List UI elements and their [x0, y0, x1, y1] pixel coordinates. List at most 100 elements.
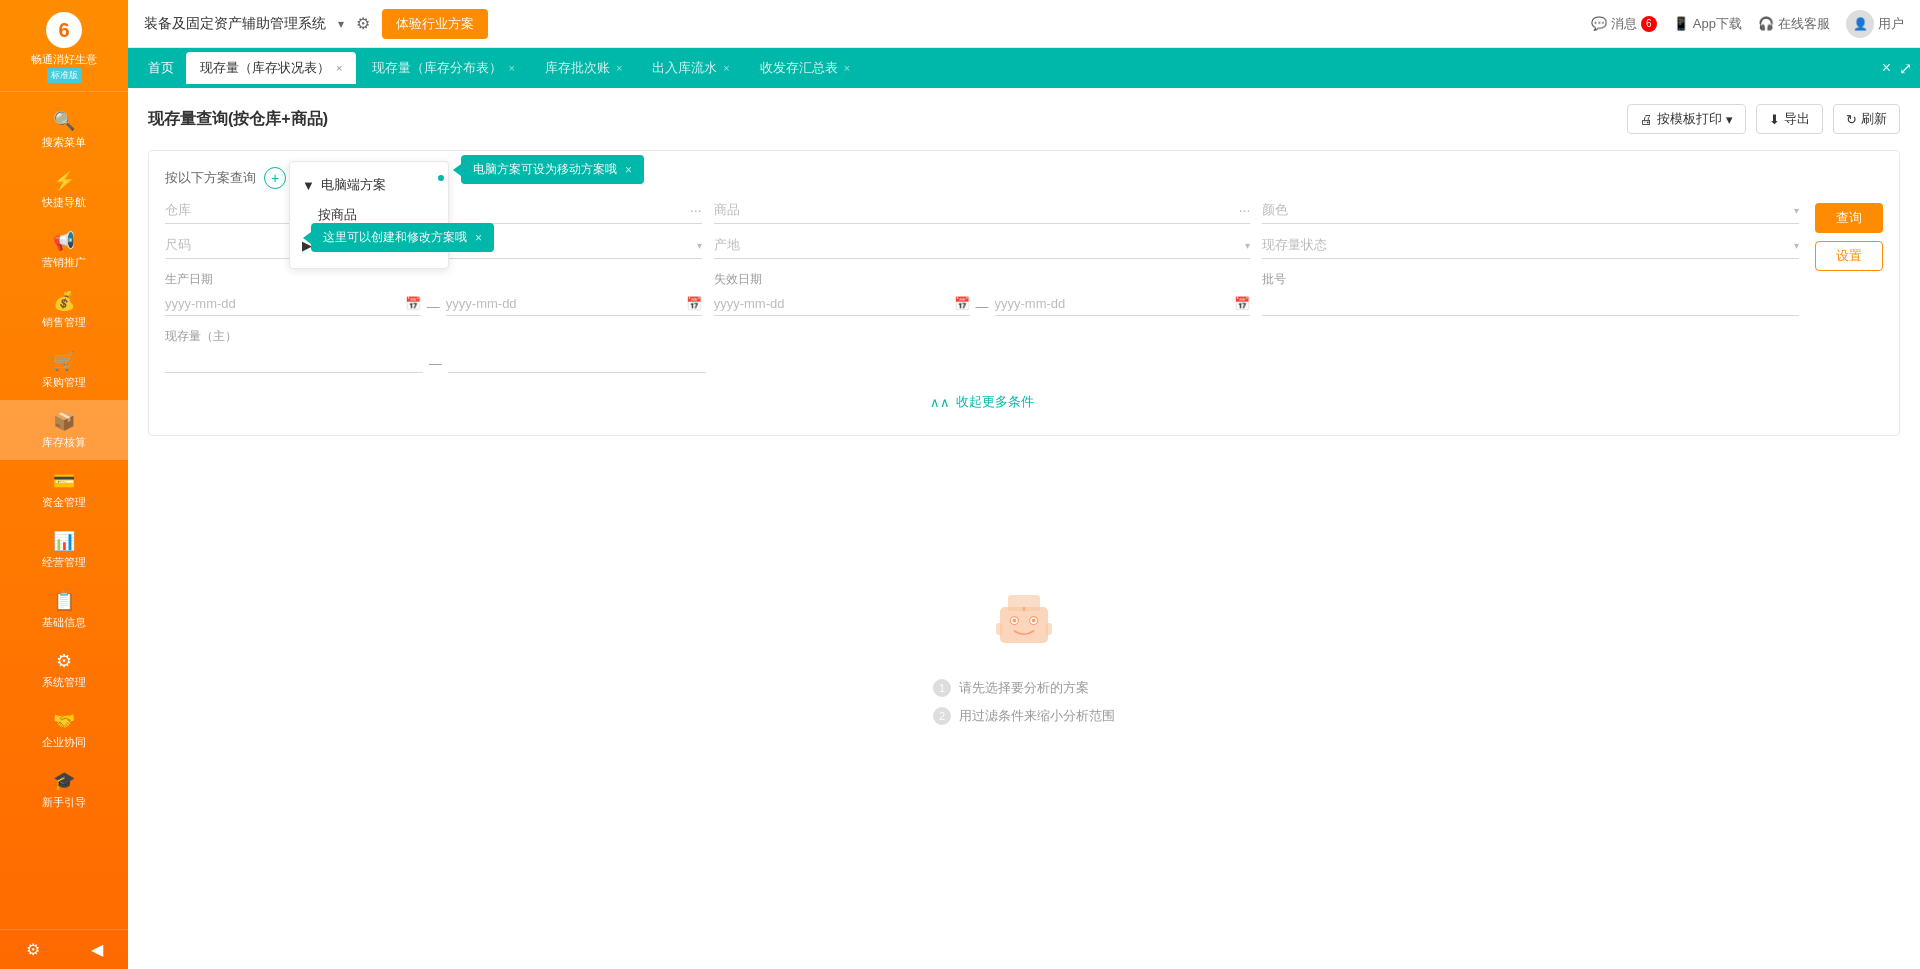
print-icon: 🖨 — [1640, 112, 1653, 127]
sidebar: 6 畅通消好生意 标准版 🔍 搜索菜单 ⚡ 快捷导航 📢 营销推广 💰 销售管理… — [0, 0, 128, 969]
settings-bottom-icon[interactable]: ⚙ — [26, 940, 40, 959]
expire-date-label: 失效日期 — [714, 271, 1251, 288]
sidebar-label-inventory: 库存核算 — [42, 435, 86, 450]
collapse-button[interactable]: ∧∧ 收起更多条件 — [165, 385, 1799, 419]
svg-point-5 — [1012, 619, 1016, 623]
sidebar-item-search[interactable]: 🔍 搜索菜单 — [0, 100, 128, 160]
sidebar-nav: 🔍 搜索菜单 ⚡ 快捷导航 📢 营销推广 💰 销售管理 🛒 采购管理 📦 库存核… — [0, 92, 128, 929]
expire-date-end[interactable] — [995, 296, 1231, 311]
tooltip1-close[interactable]: × — [625, 163, 632, 177]
scheme-tree-desktop[interactable]: ▼ 电脑端方案 — [290, 170, 448, 200]
filter-add-button[interactable]: + — [264, 167, 286, 189]
query-button[interactable]: 查询 — [1815, 203, 1883, 233]
tip-text-2: 用过滤条件来缩小分析范围 — [959, 707, 1115, 725]
expire-date-dash: — — [976, 299, 989, 314]
collapse-label: 收起更多条件 — [956, 393, 1034, 411]
product-select[interactable]: 商品 ··· — [714, 201, 1251, 224]
online-service-action[interactable]: 🎧 在线客服 — [1758, 15, 1830, 33]
produce-date-end[interactable] — [446, 296, 682, 311]
tab-close-3[interactable]: × — [723, 62, 729, 74]
messages-action[interactable]: 💬 消息 6 — [1591, 15, 1657, 33]
sidebar-label-sales: 销售管理 — [42, 315, 86, 330]
tab-batch-account[interactable]: 库存批次账 × — [531, 52, 636, 84]
produce-date-label: 生产日期 — [165, 271, 702, 288]
scheme-tree: ▼ 电脑端方案 按商品 ▶ 移动端方案 — [289, 161, 449, 269]
svg-rect-8 — [1046, 623, 1052, 635]
tab-close-0[interactable]: × — [336, 62, 342, 74]
sidebar-item-enterprise[interactable]: 🤝 企业协同 — [0, 700, 128, 760]
tab-close-4[interactable]: × — [844, 62, 850, 74]
expire-date-range: 📅 — 📅 — [714, 296, 1251, 316]
quick-nav-icon: ⚡ — [53, 170, 75, 192]
sidebar-item-system[interactable]: ⚙ 系统管理 — [0, 640, 128, 700]
empty-tip-2: 2 用过滤条件来缩小分析范围 — [933, 707, 1115, 725]
collapse-sidebar-icon[interactable]: ◀ — [91, 940, 103, 959]
user-label: 用户 — [1878, 15, 1904, 33]
tab-close-1[interactable]: × — [508, 62, 514, 74]
app-download-action[interactable]: 📱 App下载 — [1673, 15, 1742, 33]
produce-date-calendar-icon[interactable]: 📅 — [405, 296, 421, 311]
origin-select[interactable]: 产地 ▾ — [714, 236, 1251, 259]
user-action[interactable]: 👤 用户 — [1846, 10, 1904, 38]
sidebar-logo: 6 畅通消好生意 标准版 — [0, 0, 128, 92]
export-button[interactable]: ⬇ 导出 — [1756, 104, 1823, 134]
stock-qty-start[interactable] — [165, 353, 423, 368]
enterprise-icon: 🤝 — [53, 710, 75, 732]
settings-icon[interactable]: ⚙ — [356, 14, 370, 33]
tab-inventory-dist[interactable]: 现存量（库存分布表） × — [358, 52, 528, 84]
refresh-button[interactable]: ↻ 刷新 — [1833, 104, 1900, 134]
tooltip-create-scheme: 这里可以创建和修改方案哦 × — [311, 223, 494, 252]
tab-summary[interactable]: 收发存汇总表 × — [746, 52, 864, 84]
tab-inventory-status[interactable]: 现存量（库存状况表） × — [186, 52, 356, 84]
sidebar-label-basic: 基础信息 — [42, 615, 86, 630]
message-badge: 6 — [1641, 16, 1657, 32]
header-left: 装备及固定资产辅助管理系统 ▾ ⚙ 体验行业方案 — [144, 9, 488, 39]
sidebar-item-quick-nav[interactable]: ⚡ 快捷导航 — [0, 160, 128, 220]
tab-flow[interactable]: 出入库流水 × — [638, 52, 743, 84]
svg-point-6 — [1032, 619, 1036, 623]
size-chevron-icon: ▾ — [697, 240, 702, 251]
stock-qty-end[interactable] — [448, 353, 706, 368]
expire-date-start[interactable] — [714, 296, 950, 311]
sidebar-item-inventory[interactable]: 📦 库存核算 — [0, 400, 128, 460]
color-select[interactable]: 颜色 ▾ — [1262, 201, 1799, 224]
export-icon: ⬇ — [1769, 112, 1780, 127]
sidebar-item-purchase[interactable]: 🛒 采购管理 — [0, 340, 128, 400]
batch-input[interactable] — [1262, 296, 1799, 311]
sidebar-item-operation[interactable]: 📊 经营管理 — [0, 520, 128, 580]
tooltip2-close[interactable]: × — [475, 231, 482, 245]
sales-icon: 💰 — [53, 290, 75, 312]
empty-tips: 1 请先选择要分析的方案 2 用过滤条件来缩小分析范围 — [933, 679, 1115, 725]
produce-date-dash: — — [427, 299, 440, 314]
fullscreen-icon[interactable]: ⤢ — [1899, 59, 1912, 78]
sidebar-item-basic[interactable]: 📋 基础信息 — [0, 580, 128, 640]
reset-button[interactable]: 设置 — [1815, 241, 1883, 271]
tab-close-2[interactable]: × — [616, 62, 622, 74]
sidebar-item-guide[interactable]: 🎓 新手引导 — [0, 760, 128, 820]
template-print-button[interactable]: 🖨 按模板打印 ▾ — [1627, 104, 1746, 134]
close-all-tabs-icon[interactable]: × — [1882, 59, 1891, 78]
tab-home[interactable]: 首页 — [136, 59, 186, 77]
product-dots-icon: ··· — [1239, 202, 1251, 218]
expire-date-end-calendar-icon[interactable]: 📅 — [1234, 296, 1250, 311]
message-icon: 💬 — [1591, 16, 1607, 31]
message-label: 消息 — [1611, 15, 1637, 33]
filter-label: 按以下方案查询 — [165, 169, 256, 187]
tooltip-mobile-scheme: 电脑方案可设为移动方案哦 × — [461, 155, 644, 184]
produce-date-end-calendar-icon[interactable]: 📅 — [686, 296, 702, 311]
produce-date-start[interactable] — [165, 296, 401, 311]
system-dropdown[interactable]: ▾ — [338, 17, 344, 31]
sidebar-bottom: ⚙ ◀ — [0, 929, 128, 969]
trial-button[interactable]: 体验行业方案 — [382, 9, 488, 39]
sidebar-item-finance[interactable]: 💳 资金管理 — [0, 460, 128, 520]
expire-date-calendar-icon[interactable]: 📅 — [954, 296, 970, 311]
produce-date-range: 📅 — 📅 — [165, 296, 702, 316]
tip-num-1: 1 — [933, 679, 951, 697]
status-select[interactable]: 现存量状态 ▾ — [1262, 236, 1799, 259]
sidebar-item-sales[interactable]: 💰 销售管理 — [0, 280, 128, 340]
tab-label-flow: 出入库流水 — [652, 59, 717, 77]
operation-icon: 📊 — [53, 530, 75, 552]
empty-state: 1 请先选择要分析的方案 2 用过滤条件来缩小分析范围 — [933, 499, 1115, 805]
scheme-desktop-label: 电脑端方案 — [321, 176, 386, 194]
sidebar-item-marketing[interactable]: 📢 营销推广 — [0, 220, 128, 280]
